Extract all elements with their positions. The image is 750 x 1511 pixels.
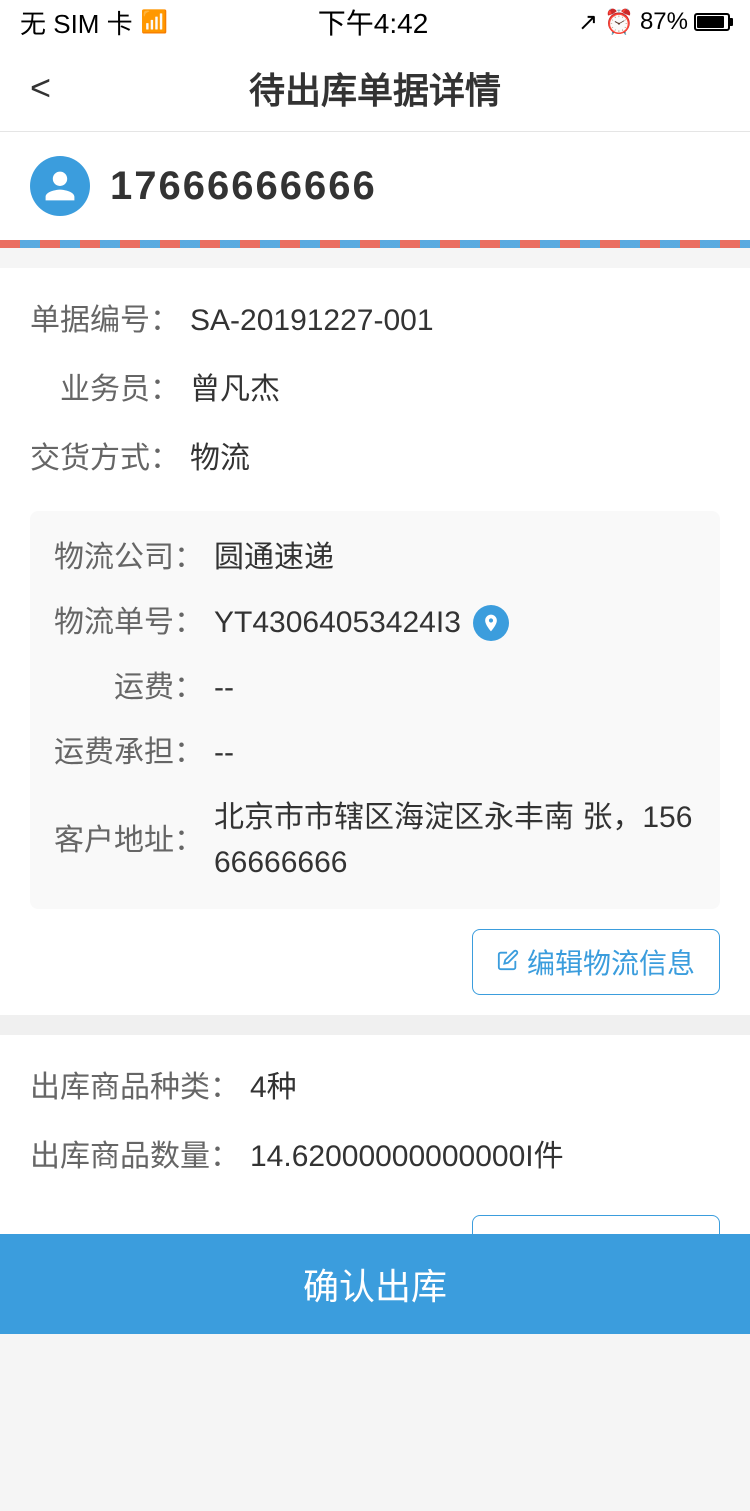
document-no-label: 单据编号： bbox=[30, 298, 180, 343]
confirm-label: 确认出库 bbox=[303, 1258, 447, 1310]
tracking-no-row: 物流单号： YT43064053424I3 bbox=[54, 600, 696, 645]
wifi-icon: 📶 bbox=[141, 9, 168, 35]
address-label: 客户地址： bbox=[54, 818, 204, 863]
bottom-spacer bbox=[0, 1311, 750, 1511]
confirm-button[interactable]: 确认出库 bbox=[0, 1234, 750, 1334]
edit-logistics-button[interactable]: 编辑物流信息 bbox=[472, 929, 720, 995]
edit-logistics-label: 编辑物流信息 bbox=[527, 942, 695, 982]
goods-section: 出库商品种类： 4种 出库商品数量： 14.62000000000000I件 bbox=[0, 1035, 750, 1199]
edit-svg-icon bbox=[497, 949, 519, 971]
alarm-icon: ⏰ bbox=[604, 8, 634, 37]
goods-quantity-value: 14.62000000000000I件 bbox=[240, 1134, 720, 1179]
freight-label: 运费： bbox=[54, 665, 204, 710]
delivery-type-row: 交货方式： 物流 bbox=[30, 436, 720, 481]
nav-bar: < 待出库单据详情 bbox=[0, 44, 750, 132]
freight-bear-row: 运费承担： -- bbox=[54, 730, 696, 775]
back-button[interactable]: < bbox=[30, 67, 51, 109]
status-time: 下午4:42 bbox=[318, 2, 429, 42]
logistics-section: 物流公司： 圆通速递 物流单号： YT43064053424I3 运费： -- … bbox=[0, 511, 750, 909]
goods-quantity-row: 出库商品数量： 14.62000000000000I件 bbox=[30, 1134, 720, 1179]
freight-value: -- bbox=[204, 665, 696, 710]
bottom-area: 确认出库 bbox=[0, 1234, 750, 1334]
edit-icon bbox=[497, 947, 519, 978]
document-no-row: 单据编号： SA-20191227-001 bbox=[30, 298, 720, 343]
address-value: 北京市市辖区海淀区永丰南 张，156 66666666 bbox=[204, 795, 696, 885]
page-title: 待出库单据详情 bbox=[249, 62, 501, 114]
battery-icon bbox=[694, 13, 730, 31]
delivery-type-label: 交货方式： bbox=[30, 436, 180, 481]
goods-types-value: 4种 bbox=[240, 1065, 720, 1110]
document-no-value: SA-20191227-001 bbox=[180, 298, 720, 343]
basic-info-section: 单据编号： SA-20191227-001 业务员： 曾凡杰 交货方式： 物流 bbox=[0, 268, 750, 511]
status-bar: 无 SIM 卡 📶 下午4:42 ↗ ⏰ 87% bbox=[0, 0, 750, 44]
freight-bear-label: 运费承担： bbox=[54, 730, 204, 775]
tracking-no-value: YT43064053424I3 bbox=[204, 600, 696, 645]
logistics-company-label: 物流公司： bbox=[54, 535, 204, 580]
user-phone: 17666666666 bbox=[110, 164, 377, 209]
location-icon: ↗ bbox=[578, 8, 598, 37]
sales-person-value: 曾凡杰 bbox=[180, 367, 720, 412]
sales-person-label: 业务员： bbox=[30, 367, 180, 412]
delivery-type-value: 物流 bbox=[180, 436, 720, 481]
battery-percent: 87% bbox=[640, 8, 688, 36]
goods-types-row: 出库商品种类： 4种 bbox=[30, 1065, 720, 1110]
status-left: 无 SIM 卡 📶 bbox=[20, 4, 168, 41]
person-icon bbox=[42, 168, 78, 204]
dashed-divider bbox=[0, 240, 750, 248]
address-row: 客户地址： 北京市市辖区海淀区永丰南 张，156 66666666 bbox=[54, 795, 696, 885]
user-header: 17666666666 bbox=[0, 132, 750, 240]
status-right: ↗ ⏰ 87% bbox=[578, 8, 730, 37]
map-pin-svg bbox=[481, 613, 501, 633]
section-divider bbox=[0, 1015, 750, 1035]
logistics-card: 物流公司： 圆通速递 物流单号： YT43064053424I3 运费： -- … bbox=[30, 511, 720, 909]
goods-types-label: 出库商品种类： bbox=[30, 1065, 240, 1110]
sales-person-row: 业务员： 曾凡杰 bbox=[30, 367, 720, 412]
freight-row: 运费： -- bbox=[54, 665, 696, 710]
carrier-label: 无 SIM 卡 bbox=[20, 4, 133, 41]
edit-btn-row: 编辑物流信息 bbox=[0, 909, 750, 1015]
goods-quantity-label: 出库商品数量： bbox=[30, 1134, 240, 1179]
logistics-company-row: 物流公司： 圆通速递 bbox=[54, 535, 696, 580]
location-pin-icon[interactable] bbox=[473, 605, 509, 641]
freight-bear-value: -- bbox=[204, 730, 696, 775]
tracking-no-label: 物流单号： bbox=[54, 600, 204, 645]
avatar bbox=[30, 156, 90, 216]
logistics-company-value: 圆通速递 bbox=[204, 535, 696, 580]
